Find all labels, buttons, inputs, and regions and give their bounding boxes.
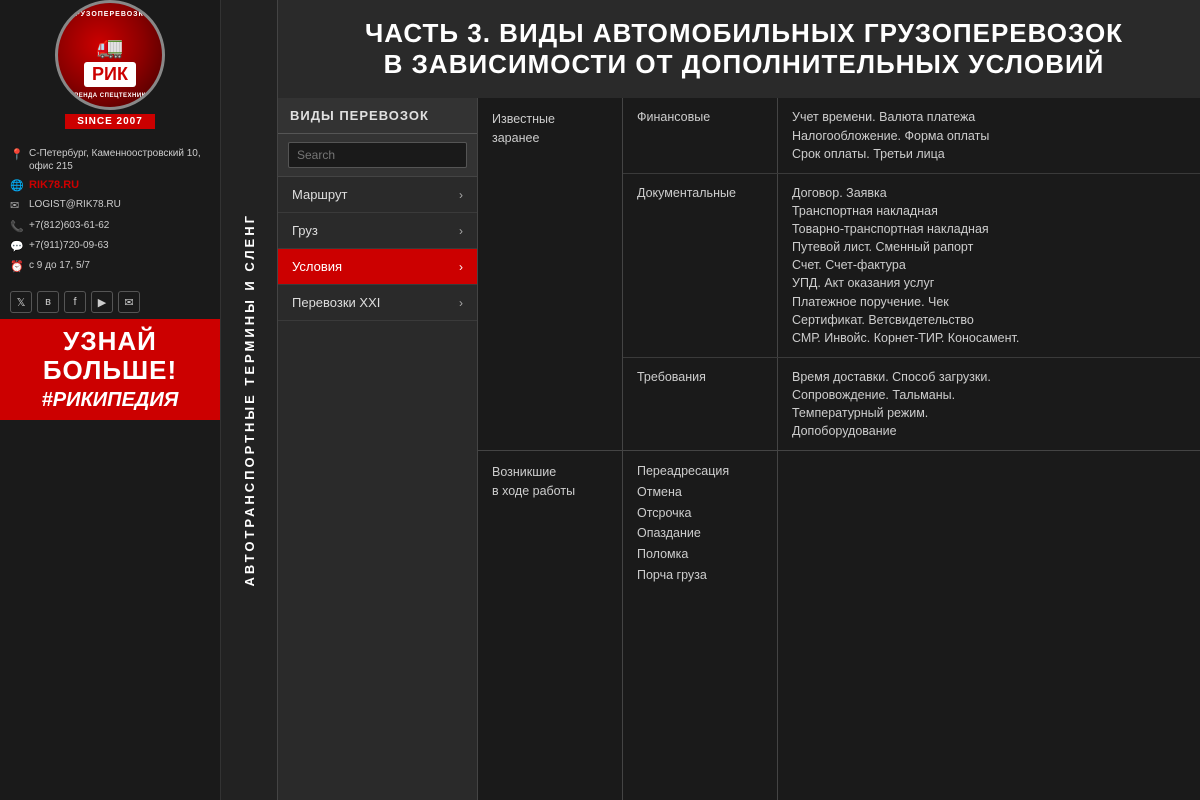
- logo-top-text: ГРУЗОПЕРЕВОЗКИ: [58, 11, 162, 18]
- cell-requirements-label: Требования: [623, 358, 778, 451]
- hours-item: ⏰ с 9 до 17, 5/7: [10, 259, 210, 274]
- website-link[interactable]: RIK78.RU: [29, 178, 79, 192]
- row-documentary: Документальные Договор. Заявка Транспорт…: [623, 174, 1200, 358]
- globe-icon: 🌐: [10, 179, 24, 193]
- nav-arrow-perevozki: ›: [459, 296, 463, 310]
- row-requirements: Требования Время доставки. Способ загруз…: [623, 358, 1200, 451]
- title-line1: ЧАСТЬ 3. ВИДЫ АВТОМОБИЛЬНЫХ ГРУЗОПЕРЕВОЗ…: [365, 18, 1123, 48]
- promo-main-text: УЗНАЙ БОЛЬШЕ!: [10, 327, 210, 384]
- cell-known-label: Известныезаранее: [478, 98, 623, 450]
- contact-info: 📍 С-Петербург, Каменноостровский 10, офи…: [0, 141, 220, 285]
- email-icon: ✉: [10, 199, 24, 213]
- nav-item-gruz-label: Груз: [292, 223, 318, 238]
- promo-section: УЗНАЙ БОЛЬШЕ! #РИКИПЕДИЯ: [0, 319, 220, 419]
- truck-icon: 🚛: [96, 34, 123, 60]
- clock-icon: ⏰: [10, 260, 24, 274]
- email-item: ✉ LOGIST@RIK78.RU: [10, 198, 210, 213]
- phone-icon: 📞: [10, 220, 24, 234]
- address-item: 📍 С-Петербург, Каменноостровский 10, офи…: [10, 147, 210, 173]
- mail-icon[interactable]: ✉: [118, 291, 140, 313]
- cell-arose-items: Переадресация Отмена Отсрочка Опаздание …: [623, 451, 778, 800]
- row-arose-content: Переадресация Отмена Отсрочка Опаздание …: [623, 451, 1200, 800]
- promo-hashtag: #РИКИПЕДИЯ: [42, 389, 179, 412]
- nav-item-marshrut-label: Маршрут: [292, 187, 347, 202]
- search-box: [278, 134, 477, 177]
- nav-arrow-marshrut: ›: [459, 188, 463, 202]
- vertical-label-text: АВТОТРАНСПОРТНЫЕ ТЕРМИНЫ И СЛЕНГ: [242, 213, 257, 587]
- email-text: LOGIST@RIK78.RU: [29, 198, 121, 211]
- rik-label: РИК: [84, 62, 136, 87]
- nav-item-marshrut[interactable]: Маршрут ›: [278, 177, 477, 213]
- phone1-text: +7(812)603-61-62: [29, 219, 109, 232]
- address-text: С-Петербург, Каменноостровский 10, офис …: [29, 147, 210, 173]
- cell-requirements-content: Время доставки. Способ загрузки. Сопрово…: [778, 358, 1200, 451]
- cell-financial-label: Финансовые: [623, 98, 778, 172]
- cell-financial-content: Учет времени. Валюта платежаНалогообложе…: [778, 98, 1200, 172]
- nav-arrow-gruz: ›: [459, 224, 463, 238]
- nav-item-usloviya-label: Условия: [292, 259, 342, 274]
- nav-table-area: ВИДЫ ПЕРЕВОЗОК Маршрут › Груз › Условия …: [278, 98, 1200, 800]
- website-item[interactable]: 🌐 RIK78.RU: [10, 178, 210, 193]
- phone2-text: +7(911)720-09-63: [29, 239, 109, 252]
- nav-item-gruz[interactable]: Груз ›: [278, 213, 477, 249]
- logo-bottom-text: АРЕНДА СПЕЦТЕХНИКИ: [58, 93, 162, 99]
- facebook-icon[interactable]: f: [64, 291, 86, 313]
- nav-menu: ВИДЫ ПЕРЕВОЗОК Маршрут › Груз › Условия …: [278, 98, 478, 800]
- nav-header: ВИДЫ ПЕРЕВОЗОК: [278, 98, 477, 134]
- whatsapp-icon: 💬: [10, 240, 24, 254]
- vk-icon[interactable]: в: [37, 291, 59, 313]
- social-icons: 𝕏 в f ▶ ✉: [0, 285, 220, 319]
- twitter-icon[interactable]: 𝕏: [10, 291, 32, 313]
- row-group-known: Известныезаранее Финансовые Учет времени…: [478, 98, 1200, 451]
- phone1-item: 📞 +7(812)603-61-62: [10, 219, 210, 234]
- row-group-arose: Возникшиев ходе работы Переадресация Отм…: [478, 451, 1200, 800]
- row-financial: Финансовые Учет времени. Валюта платежаН…: [623, 98, 1200, 173]
- cell-arose-label: Возникшиев ходе работы: [478, 451, 623, 800]
- title-line2: В ЗАВИСИМОСТИ ОТ ДОПОЛНИТЕЛЬНЫХ УСЛОВИЙ: [384, 49, 1105, 79]
- cell-arose-details: [778, 451, 1200, 800]
- data-table: Известныезаранее Финансовые Учет времени…: [478, 98, 1200, 800]
- youtube-icon[interactable]: ▶: [91, 291, 113, 313]
- search-input[interactable]: [288, 142, 467, 168]
- content-area: ЧАСТЬ 3. ВИДЫ АВТОМОБИЛЬНЫХ ГРУЗОПЕРЕВОЗ…: [278, 0, 1200, 800]
- location-icon: 📍: [10, 148, 24, 162]
- nav-arrow-usloviya: ›: [459, 260, 463, 274]
- nav-item-perevozki-label: Перевозки XXI: [292, 295, 380, 310]
- cell-documentary-content: Договор. Заявка Транспортная накладная Т…: [778, 174, 1200, 357]
- logo-circle: ГРУЗОПЕРЕВОЗКИ 🚛 РИК АРЕНДА СПЕЦТЕХНИКИ: [55, 0, 165, 110]
- subcols-known: Финансовые Учет времени. Валюта платежаН…: [623, 98, 1200, 450]
- page-title: ЧАСТЬ 3. ВИДЫ АВТОМОБИЛЬНЫХ ГРУЗОПЕРЕВОЗ…: [308, 18, 1180, 80]
- page-header: ЧАСТЬ 3. ВИДЫ АВТОМОБИЛЬНЫХ ГРУЗОПЕРЕВОЗ…: [278, 0, 1200, 98]
- vertical-label-strip: АВТОТРАНСПОРТНЫЕ ТЕРМИНЫ И СЛЕНГ: [220, 0, 278, 800]
- app-container: ГРУЗОПЕРЕВОЗКИ 🚛 РИК АРЕНДА СПЕЦТЕХНИКИ …: [0, 0, 1200, 800]
- cell-documentary-label: Документальные: [623, 174, 778, 357]
- sidebar: ГРУЗОПЕРЕВОЗКИ 🚛 РИК АРЕНДА СПЕЦТЕХНИКИ …: [0, 0, 220, 800]
- subcols-arose: Переадресация Отмена Отсрочка Опаздание …: [623, 451, 1200, 800]
- phone2-item: 💬 +7(911)720-09-63: [10, 239, 210, 254]
- nav-item-perevozki[interactable]: Перевозки XXI ›: [278, 285, 477, 321]
- hours-text: с 9 до 17, 5/7: [29, 259, 90, 272]
- nav-item-usloviya[interactable]: Условия ›: [278, 249, 477, 285]
- logo-area: ГРУЗОПЕРЕВОЗКИ 🚛 РИК АРЕНДА СПЕЦТЕХНИКИ …: [0, 0, 220, 129]
- since-badge: SINCE 2007: [65, 114, 155, 129]
